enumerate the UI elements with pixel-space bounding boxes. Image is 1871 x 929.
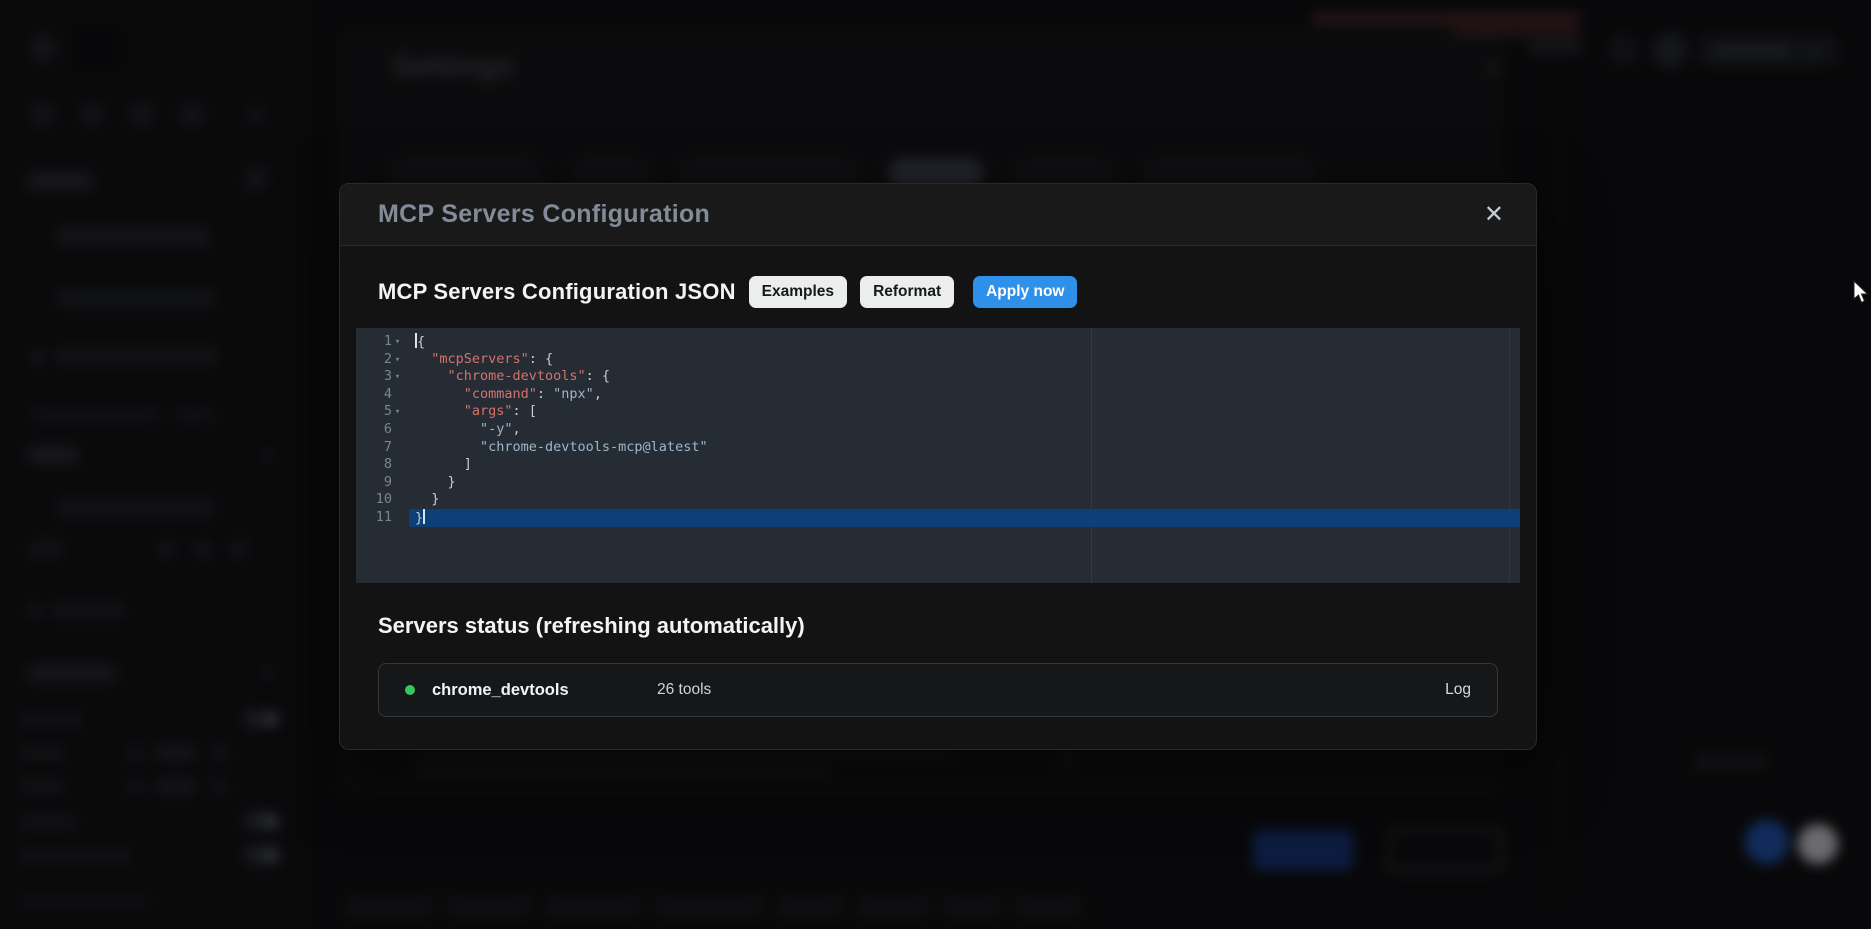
token-pun: : { [528, 350, 554, 367]
text-cursor [423, 508, 426, 524]
mcp-servers-modal: MCP Servers Configuration ✕ MCP Servers … [339, 183, 1537, 750]
line-content: "args": [ [406, 403, 537, 421]
server-log-button[interactable]: Log [1445, 681, 1471, 699]
code-line-6[interactable]: 6▾ "-y", [356, 421, 1520, 439]
line-content: ] [406, 456, 472, 474]
line-content: } [406, 491, 439, 509]
modal-header: MCP Servers Configuration ✕ [340, 184, 1536, 246]
token-str: "chrome-devtools-mcp@latest" [480, 438, 708, 455]
line-number: 8▾ [383, 456, 392, 473]
token-pun: : [ [512, 403, 537, 420]
code-line-8[interactable]: 8▾] [356, 456, 1520, 474]
line-number: 10▾ [375, 491, 392, 508]
code-line-9[interactable]: 9▾} [356, 474, 1520, 492]
server-name: chrome_devtools [432, 680, 569, 699]
token-str: "npx" [553, 385, 594, 402]
status-section-title: Servers status (refreshing automatically… [378, 613, 805, 638]
line-content: "command": "npx", [406, 386, 602, 404]
token-pun: , [593, 385, 602, 402]
fold-arrow-icon[interactable]: ▾ [392, 352, 403, 370]
mouse-cursor [1853, 280, 1869, 304]
token-pun: } [447, 473, 456, 490]
line-number: 3 ▾ [356, 368, 406, 386]
line-content: { [406, 333, 425, 351]
modal-title: MCP Servers Configuration [378, 200, 711, 228]
close-icon[interactable]: ✕ [1478, 199, 1510, 231]
line-content: "mcpServers": { [406, 351, 553, 369]
server-tools-count: 26 tools [657, 681, 712, 698]
code-line-3[interactable]: 3 ▾ "chrome-devtools": { [356, 368, 1520, 386]
token-pun: } [415, 509, 424, 526]
code-line-2[interactable]: 2 ▾ "mcpServers": { [356, 351, 1520, 369]
code-line-10[interactable]: 10▾} [356, 491, 1520, 509]
code-lines: 1 ▾{2 ▾ "mcpServers": {3 ▾ "chrome-devtools":… [356, 333, 1520, 527]
code-line-5[interactable]: 5 ▾ "args": [ [356, 403, 1520, 421]
fold-arrow-icon[interactable]: ▾ [392, 334, 403, 352]
line-content: "chrome-devtools": { [406, 368, 611, 386]
fold-arrow-icon[interactable]: ▾ [392, 369, 403, 387]
token-pun: { [417, 334, 426, 350]
line-number: 11▾ [375, 508, 392, 525]
code-line-11[interactable]: 11▾} [356, 508, 1520, 527]
line-content: } [406, 474, 456, 492]
json-section-header: MCP Servers Configuration JSON Examples … [378, 276, 1520, 308]
line-number: 7▾ [383, 438, 392, 455]
token-pun: : [536, 385, 554, 402]
token-key: "command" [463, 385, 537, 402]
line-content: } [406, 508, 426, 527]
servers-list: chrome_devtools 26 tools Log [356, 663, 1520, 717]
examples-button[interactable]: Examples [748, 276, 848, 308]
line-number: 6▾ [383, 420, 392, 437]
server-status-icon [405, 685, 415, 695]
token-key: "mcpServers" [431, 350, 529, 367]
line-number: 1 ▾ [356, 333, 406, 351]
code-line-4[interactable]: 4▾ "command": "npx", [356, 386, 1520, 404]
token-key: "chrome-devtools" [447, 368, 586, 385]
json-code-editor[interactable]: 1 ▾{2 ▾ "mcpServers": {3 ▾ "chrome-devtools":… [356, 328, 1520, 583]
token-key: "args" [463, 403, 513, 420]
json-section-title: MCP Servers Configuration JSON [378, 279, 736, 304]
line-content: "chrome-devtools-mcp@latest" [406, 439, 708, 457]
token-pun: , [512, 420, 521, 437]
line-number: 2 ▾ [356, 351, 406, 369]
token-str: "-y" [480, 420, 513, 437]
reformat-button[interactable]: Reformat [860, 276, 955, 308]
token-pun: } [431, 491, 440, 508]
line-content: "-y", [406, 421, 521, 439]
apply-now-button[interactable]: Apply now [973, 276, 1078, 308]
token-pun: : { [585, 368, 611, 385]
line-number: 9▾ [383, 473, 392, 490]
token-pun: ] [463, 456, 472, 473]
modal-body: MCP Servers Configuration JSON Examples … [340, 246, 1536, 717]
code-line-1[interactable]: 1 ▾ { [356, 333, 1520, 351]
fold-arrow-icon[interactable]: ▾ [392, 404, 403, 422]
server-row: chrome_devtools 26 tools Log [378, 663, 1498, 717]
line-number: 4▾ [383, 385, 392, 402]
line-number: 5 ▾ [356, 403, 406, 421]
code-line-7[interactable]: 7▾ "chrome-devtools-mcp@latest" [356, 439, 1520, 457]
